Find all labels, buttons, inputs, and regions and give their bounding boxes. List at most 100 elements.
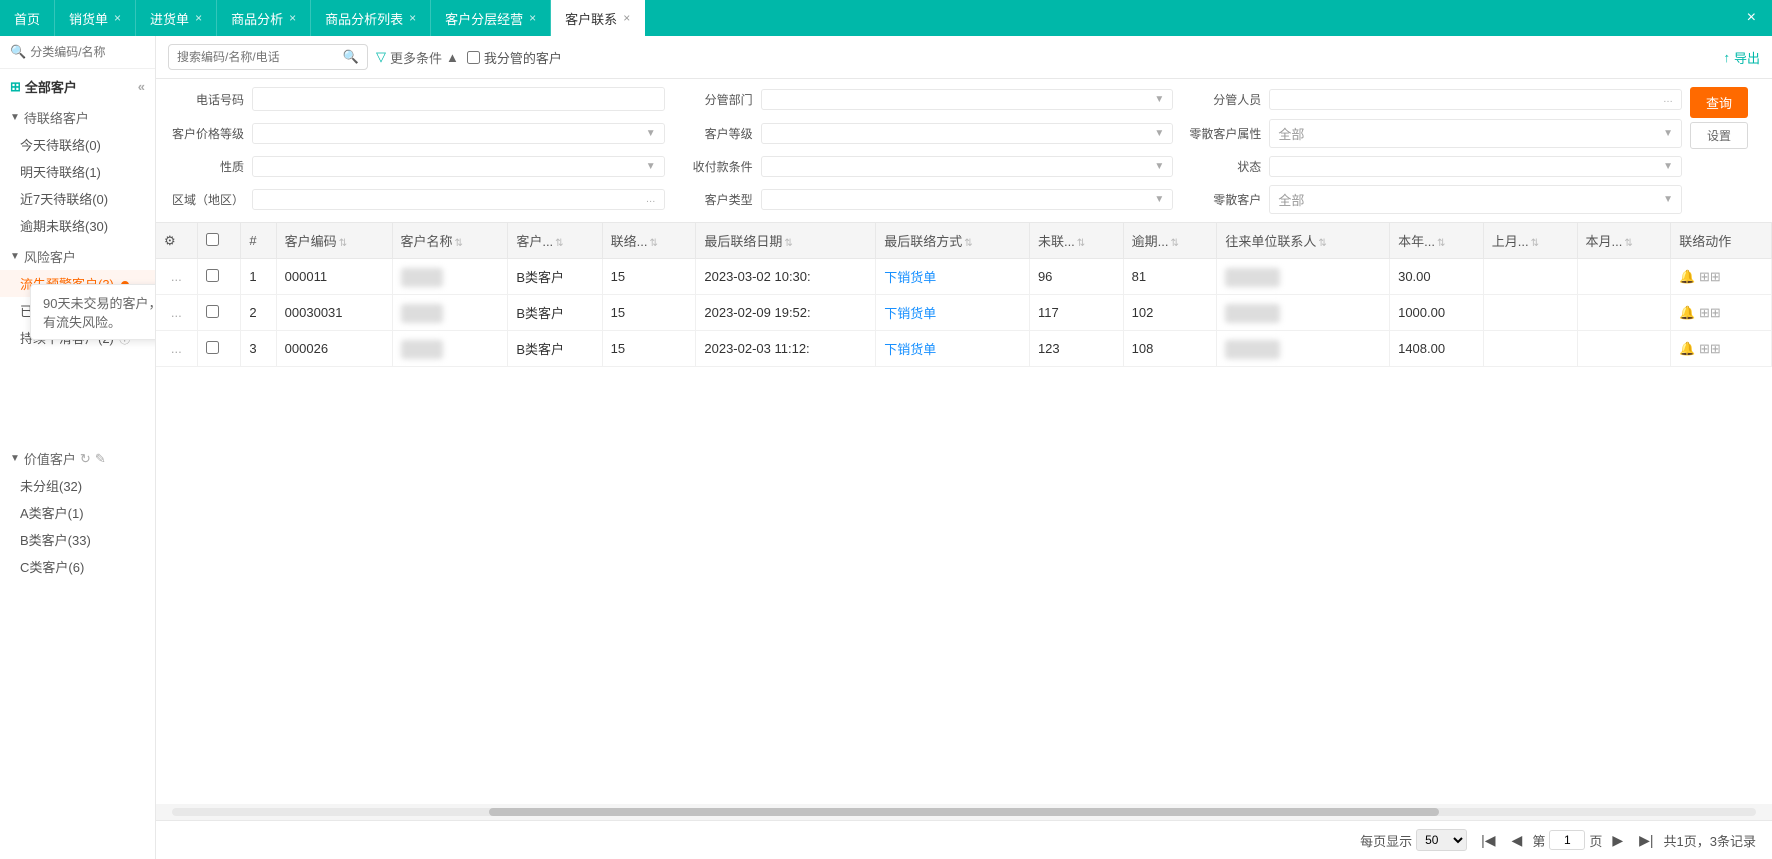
row-settings-icon[interactable]: ... xyxy=(156,259,197,295)
content-area: 🔍 ▽ 更多条件 ▲ 我分管的客户 ↑ 导出 xyxy=(156,36,1772,859)
row-type: B类客户 xyxy=(508,331,602,367)
value-edit-icon[interactable]: ✎ xyxy=(95,451,106,467)
scrollbar-thumb[interactable] xyxy=(489,808,1439,816)
tab-home[interactable]: 首页 xyxy=(4,0,55,36)
tab-purchase[interactable]: 进货单 × xyxy=(136,0,217,36)
setting-button[interactable]: 设置 xyxy=(1690,122,1748,149)
next-page-btn[interactable]: ▶ xyxy=(1606,830,1629,851)
all-customers-label[interactable]: 全部客户 xyxy=(25,77,77,96)
row-settings-icon[interactable]: ... xyxy=(156,295,197,331)
value-refresh-icon[interactable]: ↻ xyxy=(80,451,91,467)
toolbar-search-icon[interactable]: 🔍 xyxy=(343,49,359,65)
tab-purchase-label: 进货单 xyxy=(150,9,189,28)
row-last-month xyxy=(1483,295,1577,331)
sidebar-item-7days[interactable]: 近7天待联络(0) xyxy=(0,185,155,212)
tab-sales[interactable]: 销货单 × xyxy=(55,0,136,36)
sidebar-item-today[interactable]: 今天待联络(0) xyxy=(0,131,155,158)
row-action[interactable]: 🔔 ⊞⊞ xyxy=(1671,331,1772,367)
row-action[interactable]: 🔔 ⊞⊞ xyxy=(1671,295,1772,331)
sidebar-collapse-icon[interactable]: « xyxy=(138,79,145,94)
current-page-input[interactable] xyxy=(1549,830,1585,850)
th-overdue[interactable]: 逾期...⇅ xyxy=(1123,223,1217,259)
filter-dept-arrow-icon: ▼ xyxy=(1154,94,1164,105)
filter-level-field: 客户等级 ▼ xyxy=(681,123,1174,144)
sidebar-item-ungrouped[interactable]: 未分组(32) xyxy=(0,472,155,499)
row-action[interactable]: 🔔 ⊞⊞ xyxy=(1671,259,1772,295)
th-type[interactable]: 客户...⇅ xyxy=(508,223,602,259)
filter-ctype-field: 客户类型 ▼ xyxy=(681,189,1174,210)
sidebar-group-pending-title[interactable]: ▼ 待联络客户 xyxy=(0,104,155,131)
th-this-month[interactable]: 本月...⇅ xyxy=(1577,223,1671,259)
row-checkbox[interactable] xyxy=(206,305,219,318)
row-last-method[interactable]: 下销货单 xyxy=(876,331,1030,367)
row-checkbox[interactable] xyxy=(206,269,219,282)
row-this-year: 30.00 xyxy=(1390,259,1484,295)
filter-zero-attr-select[interactable]: 全部 ▼ xyxy=(1269,119,1682,148)
filter-price-level-select[interactable]: ▼ xyxy=(252,123,665,144)
first-page-btn[interactable]: |◀ xyxy=(1475,830,1501,851)
horizontal-scrollbar[interactable] xyxy=(156,804,1772,820)
filter-dept-label: 分管部门 xyxy=(681,91,753,108)
th-last-month[interactable]: 上月...⇅ xyxy=(1483,223,1577,259)
row-last-method[interactable]: 下销货单 xyxy=(876,259,1030,295)
sidebar-item-class-c[interactable]: C类客户(6) xyxy=(0,553,155,580)
filter-region-select[interactable]: … xyxy=(252,189,665,210)
tab-purchase-close[interactable]: × xyxy=(195,11,202,25)
th-contact[interactable]: 联络...⇅ xyxy=(602,223,696,259)
filter-payment-select[interactable]: ▼ xyxy=(761,156,1174,177)
th-uncontacted[interactable]: 未联...⇅ xyxy=(1029,223,1123,259)
tab-analysis[interactable]: 商品分析 × xyxy=(217,0,311,36)
th-name[interactable]: 客户名称⇅ xyxy=(392,223,508,259)
tab-bar-close-btn[interactable]: × xyxy=(1735,9,1768,27)
th-unit-contact[interactable]: 往来单位联系人⇅ xyxy=(1217,223,1390,259)
last-page-btn[interactable]: ▶| xyxy=(1633,830,1659,851)
my-customers-checkbox[interactable] xyxy=(467,51,480,64)
my-customers-checkbox-area: 我分管的客户 xyxy=(467,48,562,67)
query-button[interactable]: 查询 xyxy=(1690,87,1748,118)
filter-toggle-btn[interactable]: ▽ 更多条件 ▲ xyxy=(376,48,459,67)
tab-analysis-list-close[interactable]: × xyxy=(409,11,416,25)
th-code[interactable]: 客户编码⇅ xyxy=(276,223,392,259)
sidebar-search-input[interactable] xyxy=(30,45,156,59)
tab-analysis-close[interactable]: × xyxy=(289,11,296,25)
toolbar-search-input[interactable] xyxy=(177,50,343,64)
filter-ctype-select[interactable]: ▼ xyxy=(761,189,1174,210)
tab-analysis-list[interactable]: 商品分析列表 × xyxy=(311,0,431,36)
filter-gender-select[interactable]: ▼ xyxy=(252,156,665,177)
filter-status-select[interactable]: ▼ xyxy=(1269,156,1682,177)
select-all-checkbox[interactable] xyxy=(206,233,219,246)
tab-customer-tier[interactable]: 客户分层经营 × xyxy=(431,0,551,36)
row-settings-icon[interactable]: ... xyxy=(156,331,197,367)
page-size-select[interactable]: 50 100 200 xyxy=(1416,829,1467,851)
sidebar-search-icon: 🔍 xyxy=(10,44,26,60)
filter-zero-customer-select[interactable]: 全部 ▼ xyxy=(1269,185,1682,214)
sidebar-item-class-b[interactable]: B类客户(33) xyxy=(0,526,155,553)
overdue-sort-icon: ⇅ xyxy=(1171,238,1179,249)
filter-level-select[interactable]: ▼ xyxy=(761,123,1174,144)
row-checkbox-cell xyxy=(197,331,241,367)
filter-person-select[interactable]: … xyxy=(1269,89,1682,110)
row-checkbox[interactable] xyxy=(206,341,219,354)
th-this-year[interactable]: 本年...⇅ xyxy=(1390,223,1484,259)
sidebar-item-overdue[interactable]: 逾期未联络(30) xyxy=(0,212,155,239)
filter-dept-select[interactable]: ▼ xyxy=(761,89,1174,110)
sidebar-group-risk-title[interactable]: ▼ 风险客户 xyxy=(0,243,155,270)
prev-page-btn[interactable]: ◀ xyxy=(1506,830,1529,851)
row-uncontacted: 123 xyxy=(1029,331,1123,367)
sidebar-item-tomorrow[interactable]: 明天待联络(1) xyxy=(0,158,155,185)
tab-customer-contact-close[interactable]: × xyxy=(623,11,630,25)
tab-customer-contact[interactable]: 客户联系 × xyxy=(551,0,645,36)
filter-phone-input[interactable] xyxy=(252,87,665,111)
toolbar-search-box: 🔍 xyxy=(168,44,368,70)
tab-sales-close[interactable]: × xyxy=(114,11,121,25)
row-last-method[interactable]: 下销货单 xyxy=(876,295,1030,331)
filter-phone-label: 电话号码 xyxy=(172,91,244,108)
tab-customer-tier-close[interactable]: × xyxy=(529,11,536,25)
export-button[interactable]: ↑ 导出 xyxy=(1723,48,1760,67)
filter-zero-customer-field: 零散客户 全部 ▼ xyxy=(1189,185,1682,214)
sidebar-group-value-title[interactable]: ▼ 价值客户 ↻ ✎ xyxy=(0,445,155,472)
th-settings[interactable]: ⚙ xyxy=(156,223,197,259)
th-last-method[interactable]: 最后联络方式⇅ xyxy=(876,223,1030,259)
th-last-date[interactable]: 最后联络日期⇅ xyxy=(696,223,876,259)
sidebar-item-class-a[interactable]: A类客户(1) xyxy=(0,499,155,526)
